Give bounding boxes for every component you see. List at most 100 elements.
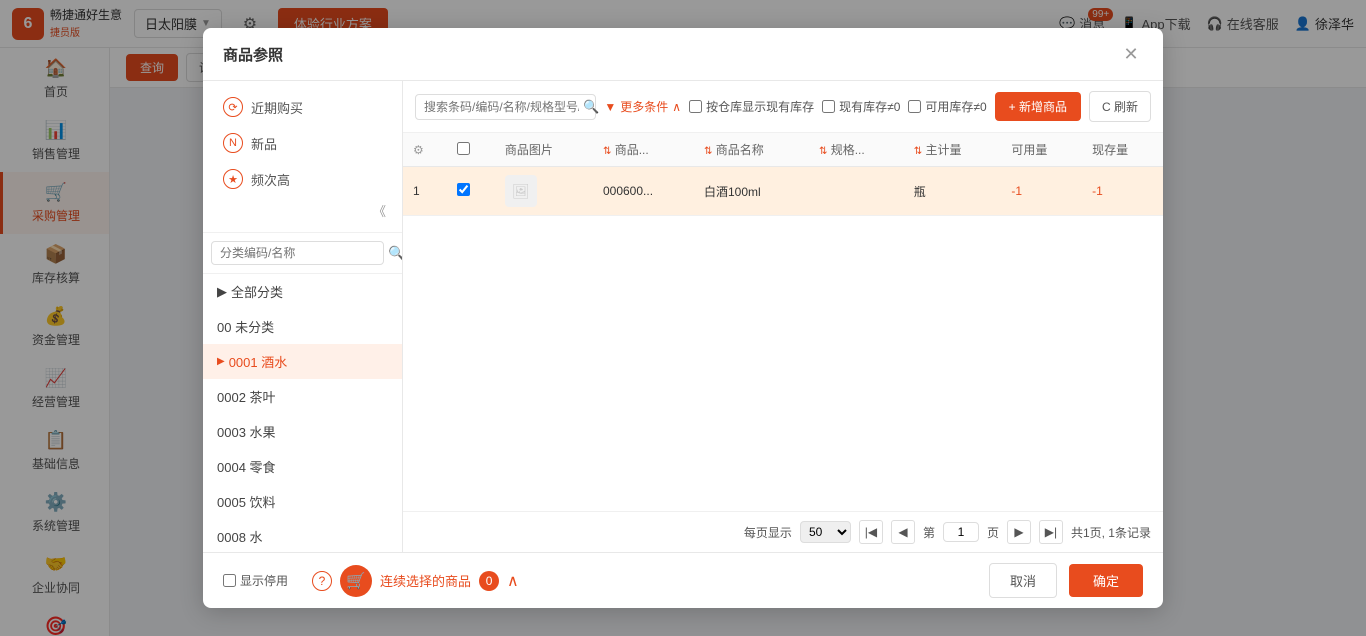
cat-label-0003: 0003 水果 [217,422,276,441]
col-unit[interactable]: ⇅ 主计量 [904,133,1002,167]
modal-overlay: 商品参照 ✕ ⟳ 近期购买 N 新品 [0,0,1366,636]
product-panel: 🔍 ▼ 更多条件 ∧ 按仓库显示现有库存 现有库存≠0 [403,81,1163,552]
product-table-wrap: ⚙ 商品图片 ⇅ 商品... [403,133,1163,511]
checkbox-available-not-zero[interactable]: 可用库存≠0 [908,98,986,115]
continuous-select-area: ? 🛒 连续选择的商品 0 ∧ [312,565,519,597]
total-info: 共1页, 1条记录 [1071,524,1151,541]
next-page-button[interactable]: ▶ [1007,520,1031,544]
category-list: ▶ 全部分类 00 未分类 ▶ 0001 酒水 0002 茶叶 0003 水果 [203,274,402,552]
page-number-input[interactable] [943,522,979,542]
category-00[interactable]: 00 未分类 [203,309,402,344]
category-0002[interactable]: 0002 茶叶 [203,379,402,414]
cell-name: 白酒100ml [694,167,809,216]
row-checkbox[interactable] [457,183,470,196]
help-icon[interactable]: ? [312,571,332,591]
cancel-button[interactable]: 取消 [989,563,1057,598]
show-disabled-checkbox[interactable] [223,574,236,587]
checkbox-by-warehouse-input[interactable] [689,100,702,113]
collapse-left-panel-button[interactable]: 《 [211,197,394,224]
col-stock: 现存量 [1082,133,1163,167]
show-disabled-label[interactable]: 显示停用 [223,572,288,589]
quick-item-recent[interactable]: ⟳ 近期购买 [211,89,394,125]
page-label: 第 [923,524,935,541]
product-table-body: 1 🖼 000600... 白酒100ml 瓶 [403,167,1163,216]
checkbox-stock-not-zero-label: 现有库存≠0 [839,98,900,115]
category-0004[interactable]: 0004 零食 [203,449,402,484]
quick-item-new-label: 新品 [251,134,277,153]
category-panel: ⟳ 近期购买 N 新品 ★ 频次高 《 [203,81,403,552]
category-0003[interactable]: 0003 水果 [203,414,402,449]
sort-icon-name: ⇅ [704,146,712,157]
filter-collapse-icon: ∧ [672,100,681,114]
cat-label-0004: 0004 零食 [217,457,276,476]
cell-spec [809,167,904,216]
sort-icon: ⇅ [603,146,611,157]
category-0001[interactable]: ▶ 0001 酒水 [203,344,402,379]
quick-item-frequent-label: 频次高 [251,170,290,189]
first-page-button[interactable]: |◀ [859,520,883,544]
col-checkbox [447,133,495,167]
recent-icon: ⟳ [223,97,243,117]
checkbox-available-not-zero-input[interactable] [908,100,921,113]
checkbox-stock-not-zero-input[interactable] [822,100,835,113]
modal-footer: 显示停用 ? 🛒 连续选择的商品 0 ∧ 取消 确定 [203,552,1163,608]
filter-bar: 🔍 ▼ 更多条件 ∧ 按仓库显示现有库存 现有库存≠0 [403,81,1163,133]
pagination-bar: 每页显示 50100 |◀ ◀ 第 页 ▶ ▶| 共1页, 1条记录 [403,511,1163,552]
cell-code: 000600... [593,167,694,216]
collapse-footer-button[interactable]: ∧ [507,571,519,591]
product-search-input[interactable] [424,100,579,114]
double-left-icon: 《 [373,201,386,220]
filter-more-label: 更多条件 [620,98,668,115]
last-page-button[interactable]: ▶| [1039,520,1063,544]
cat-arrow-0001: ▶ [217,356,225,367]
cell-image: 🖼 [495,167,593,216]
show-disabled-text: 显示停用 [240,572,288,589]
prev-page-button[interactable]: ◀ [891,520,915,544]
cell-checkbox [447,167,495,216]
modal-body: ⟳ 近期购买 N 新品 ★ 频次高 《 [203,81,1163,552]
selected-count-badge: 0 [479,571,499,591]
checkbox-by-warehouse[interactable]: 按仓库显示现有库存 [689,98,814,115]
col-spec[interactable]: ⇅ 规格... [809,133,904,167]
continuous-select-label: 连续选择的商品 [380,571,471,590]
page-size-label: 每页显示 [744,524,792,541]
checkbox-stock-not-zero[interactable]: 现有库存≠0 [822,98,900,115]
page-size-select[interactable]: 50100 [800,521,851,543]
col-code[interactable]: ⇅ 商品... [593,133,694,167]
category-search-icon[interactable]: 🔍 [388,245,403,262]
add-product-button[interactable]: + 新增商品 [995,92,1081,121]
col-available: 可用量 [1001,133,1082,167]
product-reference-modal: 商品参照 ✕ ⟳ 近期购买 N 新品 [203,28,1163,608]
category-0008[interactable]: 0008 水 [203,519,402,552]
modal-close-button[interactable]: ✕ [1119,42,1143,66]
product-thumbnail: 🖼 [505,175,537,207]
table-settings-icon[interactable]: ⚙ [413,143,424,157]
sort-icon-spec: ⇅ [819,146,827,157]
table-row[interactable]: 1 🖼 000600... 白酒100ml 瓶 [403,167,1163,216]
filter-more-button[interactable]: ▼ 更多条件 ∧ [604,98,681,115]
page-unit: 页 [987,524,999,541]
cart-icon[interactable]: 🛒 [340,565,372,597]
category-0005[interactable]: 0005 饮料 [203,484,402,519]
refresh-button[interactable]: C 刷新 [1089,91,1151,122]
cell-no: 1 [403,167,447,216]
table-header-row: ⚙ 商品图片 ⇅ 商品... [403,133,1163,167]
cell-available: -1 [1001,167,1082,216]
filter-icon: ▼ [604,100,616,114]
modal-title: 商品参照 [223,44,283,65]
category-search-input[interactable] [211,241,384,265]
cat-label-00: 00 未分类 [217,317,274,336]
quick-nav: ⟳ 近期购买 N 新品 ★ 频次高 《 [203,81,402,233]
cat-label-0001: 0001 酒水 [229,352,288,371]
confirm-button[interactable]: 确定 [1069,564,1143,597]
select-all-checkbox[interactable] [457,142,470,155]
col-image: 商品图片 [495,133,593,167]
product-table: ⚙ 商品图片 ⇅ 商品... [403,133,1163,216]
frequent-icon: ★ [223,169,243,189]
new-icon: N [223,133,243,153]
quick-item-frequent[interactable]: ★ 频次高 [211,161,394,197]
cell-stock: -1 [1082,167,1163,216]
col-name[interactable]: ⇅ 商品名称 [694,133,809,167]
quick-item-new[interactable]: N 新品 [211,125,394,161]
category-all[interactable]: ▶ 全部分类 [203,274,402,309]
